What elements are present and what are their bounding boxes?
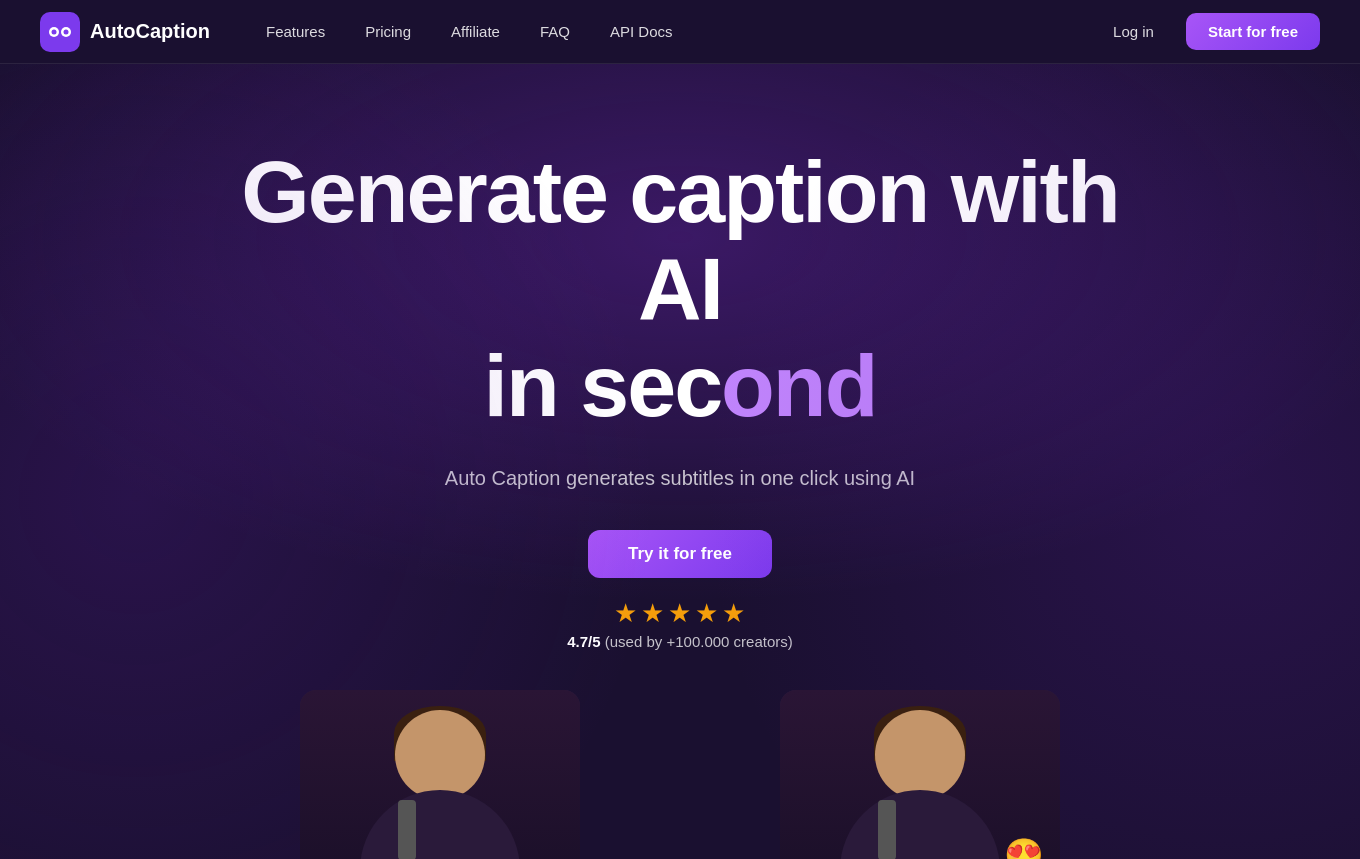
person-face-right xyxy=(875,710,965,800)
hero-title: Generate caption with AI xyxy=(230,144,1130,338)
nav-faq[interactable]: FAQ xyxy=(524,15,586,48)
nav-api-docs[interactable]: API Docs xyxy=(594,15,689,48)
rating-section: ★ ★ ★ ★ ★ 4.7/5 (used by +100.000 creato… xyxy=(567,598,793,650)
star-5: ★ xyxy=(722,598,745,629)
logo-icon xyxy=(40,12,80,52)
preview-right-image: 😍 xyxy=(780,690,1060,859)
hero-section: Generate caption with AI in second Auto … xyxy=(0,64,1360,859)
nav-features[interactable]: Features xyxy=(250,15,341,48)
hero-highlight-d: d xyxy=(825,336,877,435)
preview-left-image xyxy=(300,690,580,859)
rating-text: 4.7/5 (used by +100.000 creators) xyxy=(567,633,793,650)
hero-subtitle: in second xyxy=(484,338,877,435)
hero-highlight-o: o xyxy=(721,336,773,435)
preview-card-left xyxy=(300,690,580,859)
microphone-left xyxy=(398,800,416,859)
preview-section: 😍 xyxy=(140,690,1220,859)
rating-detail: (used by +100.000 creators) xyxy=(605,633,793,650)
logo[interactable]: AutoCaption xyxy=(40,12,210,52)
navbar-left: AutoCaption Features Pricing Affiliate F… xyxy=(40,12,689,52)
start-for-free-button[interactable]: Start for free xyxy=(1186,13,1320,50)
hero-description: Auto Caption generates subtitles in one … xyxy=(445,462,915,494)
login-button[interactable]: Log in xyxy=(1097,15,1170,48)
star-1: ★ xyxy=(614,598,637,629)
person-body-right xyxy=(840,790,1000,859)
try-for-free-button[interactable]: Try it for free xyxy=(588,530,772,578)
navbar-right: Log in Start for free xyxy=(1097,13,1320,50)
svg-point-3 xyxy=(52,29,57,34)
person-body-left xyxy=(360,790,520,859)
person-face-left xyxy=(395,710,485,800)
rating-score: 4.7/5 xyxy=(567,633,600,650)
star-2: ★ xyxy=(641,598,664,629)
preview-card-right: 😍 xyxy=(780,690,1060,859)
svg-point-4 xyxy=(64,29,69,34)
navbar: AutoCaption Features Pricing Affiliate F… xyxy=(0,0,1360,64)
star-3: ★ xyxy=(668,598,691,629)
nav-links: Features Pricing Affiliate FAQ API Docs xyxy=(250,15,689,48)
nav-affiliate[interactable]: Affiliate xyxy=(435,15,516,48)
microphone-right xyxy=(878,800,896,859)
svg-rect-0 xyxy=(40,12,80,52)
star-4: ★ xyxy=(695,598,718,629)
nav-pricing[interactable]: Pricing xyxy=(349,15,427,48)
brand-name: AutoCaption xyxy=(90,20,210,43)
emoji-badge: 😍 xyxy=(1004,836,1044,859)
star-rating: ★ ★ ★ ★ ★ xyxy=(614,598,745,629)
hero-highlight-n: n xyxy=(773,336,825,435)
